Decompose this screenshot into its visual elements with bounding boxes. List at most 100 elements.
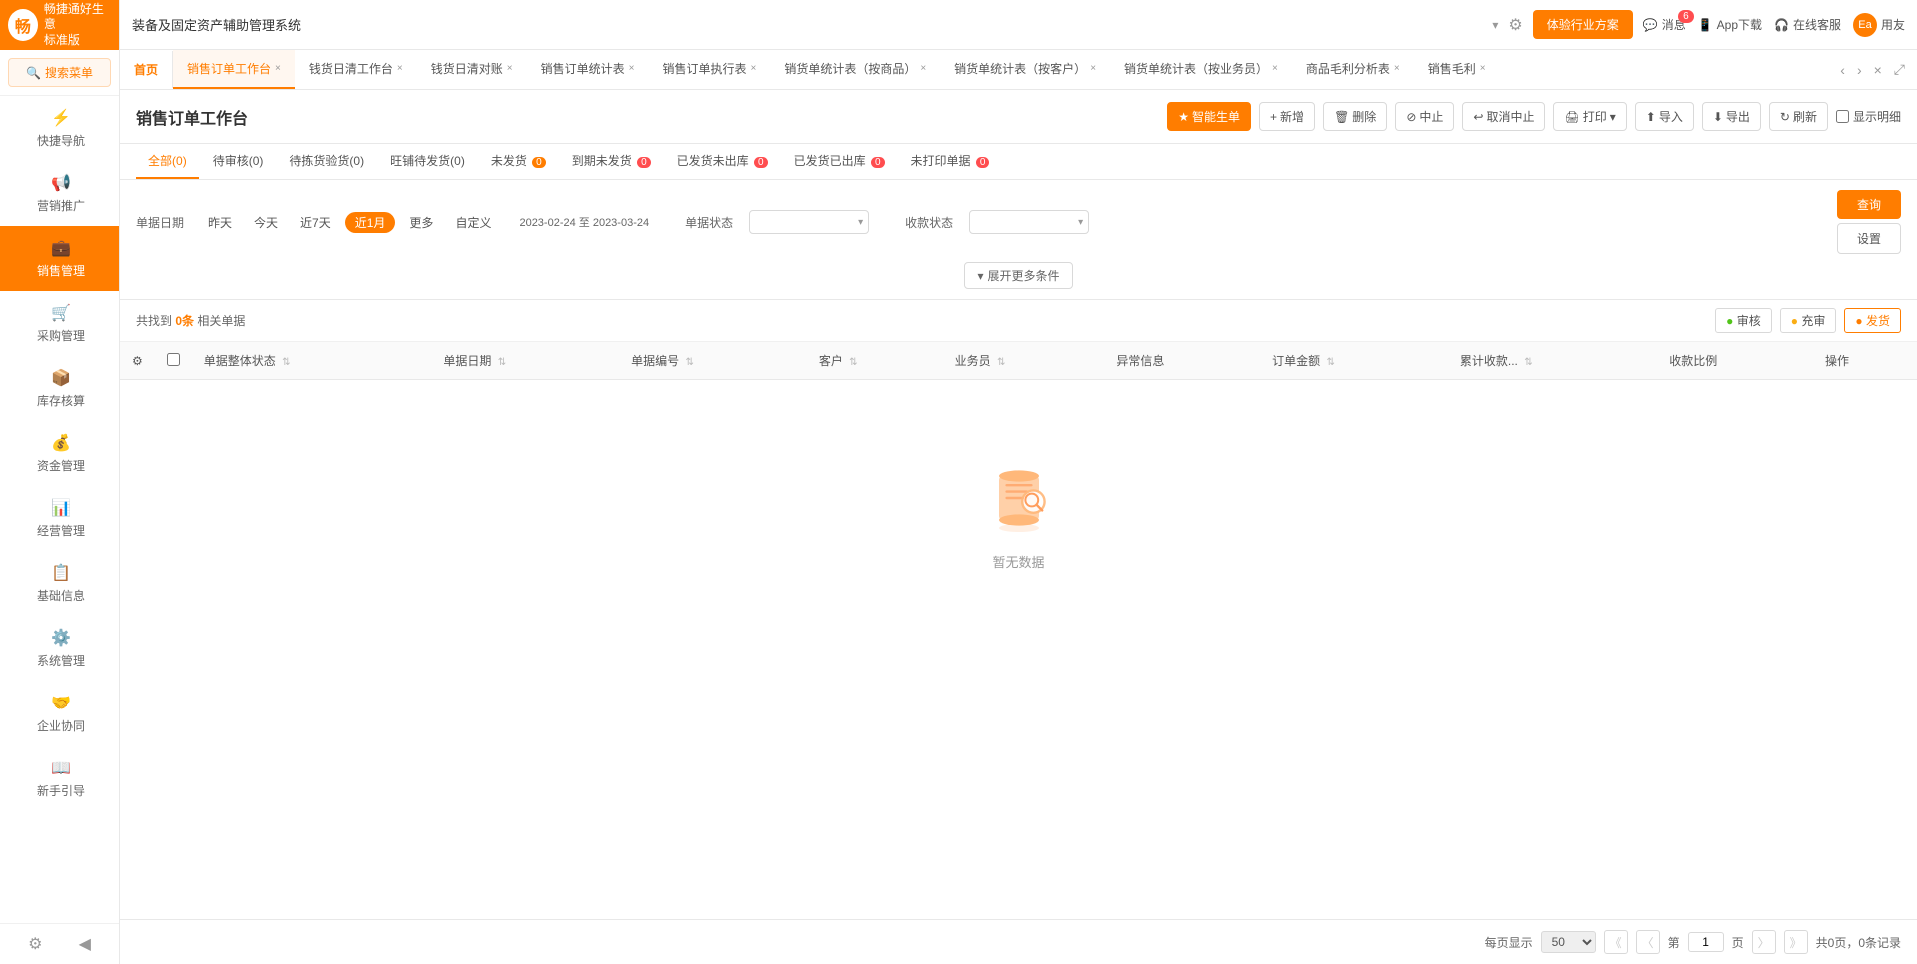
sort-collected-icon[interactable]: ⇅: [1524, 357, 1532, 368]
cancel-review-button[interactable]: ● 充审: [1780, 308, 1837, 333]
sub-tab-overdue-not-shipped[interactable]: 到期未发货 0: [560, 144, 663, 179]
cancel-suspend-button[interactable]: ↩ 取消中止: [1462, 102, 1545, 131]
expand-arrow-icon[interactable]: ▾: [1492, 18, 1498, 32]
sub-tab-not-shipped[interactable]: 未发货 0: [479, 144, 558, 179]
show-detail-checkbox-label[interactable]: 显示明细: [1836, 108, 1901, 125]
page-number-input[interactable]: [1688, 932, 1724, 952]
export-button[interactable]: ⬇ 导出: [1702, 102, 1761, 131]
sub-tab-pending-inspection[interactable]: 待拣货验货(0): [277, 144, 376, 179]
tab-sales-by-customer[interactable]: 销货单统计表（按客户） ×: [940, 50, 1110, 89]
select-all-checkbox[interactable]: [167, 353, 180, 366]
sidebar-item-enterprise[interactable]: 🤝 企业协同: [0, 681, 119, 746]
import-button[interactable]: ⬆ 导入: [1635, 102, 1694, 131]
tab-close-sales-order[interactable]: ×: [275, 63, 281, 74]
overdue-not-shipped-badge: 0: [637, 157, 651, 168]
footer-settings-button[interactable]: ⚙: [28, 934, 42, 954]
sort-customer-icon[interactable]: ⇅: [849, 357, 857, 368]
page-size-select[interactable]: 10 20 50 100: [1541, 931, 1596, 953]
industry-solution-button[interactable]: 体验行业方案: [1533, 10, 1633, 39]
sidebar-item-inventory[interactable]: 📦 库存核算: [0, 356, 119, 421]
tab-close-sales-by-product[interactable]: ×: [920, 63, 926, 74]
sub-tab-shipped-out[interactable]: 已发货已出库 0: [782, 144, 897, 179]
refresh-button[interactable]: ↻ 刷新: [1769, 102, 1828, 131]
tab-product-profit[interactable]: 商品毛利分析表 ×: [1292, 50, 1414, 89]
sub-tab-pending-review[interactable]: 待审核(0): [201, 144, 276, 179]
tab-close-sales-stat[interactable]: ×: [629, 63, 635, 74]
tab-close-cash-reconcile[interactable]: ×: [507, 63, 513, 74]
topbar: 装备及固定资产辅助管理系统 ▾ ⚙ 体验行业方案 💬 消息 6 📱 App下载 …: [120, 0, 1917, 50]
online-service-button[interactable]: 🎧 在线客服: [1774, 16, 1841, 33]
table-wrap: ⚙ 单据整体状态 ⇅ 单据日期 ⇅: [120, 342, 1917, 919]
prev-page-button[interactable]: 〈: [1636, 930, 1660, 954]
sidebar-item-marketing[interactable]: 📢 营销推广: [0, 161, 119, 226]
app-download-button[interactable]: 📱 App下载: [1698, 16, 1762, 33]
filter-more-button[interactable]: 更多: [401, 212, 441, 233]
last-page-button[interactable]: 》: [1784, 930, 1808, 954]
tabs-scroll-left-button[interactable]: ‹: [1836, 60, 1849, 80]
query-button[interactable]: 查询: [1837, 190, 1901, 219]
tab-sales-stat[interactable]: 销售订单统计表 ×: [527, 50, 649, 89]
sidebar-item-system[interactable]: ⚙️ 系统管理: [0, 616, 119, 681]
sort-salesperson-icon[interactable]: ⇅: [997, 357, 1005, 368]
print-button[interactable]: 🖨 打印 ▾: [1553, 102, 1626, 131]
tab-sales-order[interactable]: 销售订单工作台 ×: [173, 50, 295, 89]
filter-yesterday-button[interactable]: 昨天: [200, 212, 240, 233]
tab-close-cash-daily[interactable]: ×: [397, 63, 403, 74]
tab-sales-profit[interactable]: 销售毛利 ×: [1414, 50, 1500, 89]
ship-button[interactable]: ● 发货: [1844, 308, 1901, 333]
sub-tab-shipped-not-out[interactable]: 已发货未出库 0: [665, 144, 780, 179]
tab-close-sales-by-staff[interactable]: ×: [1272, 63, 1278, 74]
sort-date-icon[interactable]: ⇅: [498, 357, 506, 368]
filter-today-button[interactable]: 今天: [246, 212, 286, 233]
sub-tab-wangpu-pending[interactable]: 旺铺待发货(0): [378, 144, 477, 179]
tab-home[interactable]: 首页: [120, 51, 173, 88]
sidebar-item-basic-info[interactable]: 📋 基础信息: [0, 551, 119, 616]
sort-amount-icon[interactable]: ⇅: [1327, 357, 1335, 368]
sidebar-item-guide[interactable]: 📖 新手引导: [0, 746, 119, 811]
column-settings-icon[interactable]: ⚙: [132, 354, 143, 368]
expand-more-conditions-button[interactable]: ▾ 展开更多条件: [964, 262, 1072, 289]
tab-sales-by-product[interactable]: 销货单统计表（按商品） ×: [770, 50, 940, 89]
tabs-close-all-button[interactable]: ×: [1870, 60, 1886, 80]
tabs-scroll-right-button[interactable]: ›: [1853, 60, 1866, 80]
sort-status-icon[interactable]: ⇅: [282, 357, 290, 368]
new-button[interactable]: + 新增: [1259, 102, 1315, 131]
status-select[interactable]: [749, 210, 869, 234]
filter-1month-button[interactable]: 近1月: [345, 212, 396, 233]
sub-tab-all[interactable]: 全部(0): [136, 144, 199, 179]
col-header-checkbox: [155, 342, 192, 380]
topbar-settings-icon[interactable]: ⚙: [1508, 15, 1522, 35]
tab-sales-exec[interactable]: 销售订单执行表 ×: [648, 50, 770, 89]
sidebar-item-quick-nav[interactable]: ⚡ 快捷导航: [0, 96, 119, 161]
first-page-button[interactable]: 《: [1604, 930, 1628, 954]
tab-close-sales-exec[interactable]: ×: [750, 63, 756, 74]
payment-select[interactable]: [969, 210, 1089, 234]
tab-close-sales-profit[interactable]: ×: [1480, 63, 1486, 74]
suspend-button[interactable]: ⊘ 中止: [1395, 102, 1454, 131]
tab-cash-daily[interactable]: 钱货日清工作台 ×: [295, 50, 417, 89]
sidebar-item-sales[interactable]: 💼 销售管理: [0, 226, 119, 291]
tab-sales-by-staff[interactable]: 销货单统计表（按业务员） ×: [1110, 50, 1292, 89]
sidebar-item-purchase[interactable]: 🛒 采购管理: [0, 291, 119, 356]
filter-7days-button[interactable]: 近7天: [292, 212, 339, 233]
export-icon: ⬇: [1713, 110, 1723, 124]
filter-custom-button[interactable]: 自定义: [447, 212, 499, 233]
sidebar-item-finance[interactable]: 💰 资金管理: [0, 421, 119, 486]
footer-collapse-button[interactable]: ◀: [79, 934, 91, 954]
review-button[interactable]: ● 审核: [1715, 308, 1772, 333]
sort-number-icon[interactable]: ⇅: [685, 357, 693, 368]
tabs-maximize-button[interactable]: ⤢: [1890, 59, 1909, 80]
tab-close-product-profit[interactable]: ×: [1394, 63, 1400, 74]
tab-close-sales-by-customer[interactable]: ×: [1090, 63, 1096, 74]
sidebar-item-operations[interactable]: 📊 经营管理: [0, 486, 119, 551]
search-menu-button[interactable]: 🔍 搜索菜单: [8, 58, 111, 87]
user-menu-button[interactable]: Ea 用友: [1853, 13, 1905, 37]
delete-button[interactable]: 🗑 删除: [1323, 102, 1387, 131]
show-detail-checkbox[interactable]: [1836, 110, 1849, 123]
next-page-button[interactable]: 〉: [1752, 930, 1776, 954]
filter-settings-button[interactable]: 设置: [1837, 223, 1901, 254]
sub-tab-not-printed[interactable]: 未打印单据 0: [899, 144, 1002, 179]
smart-create-button[interactable]: ★ 智能生单: [1167, 102, 1251, 131]
messages-button[interactable]: 💬 消息 6: [1643, 16, 1686, 33]
tab-cash-reconcile[interactable]: 钱货日清对账 ×: [417, 50, 527, 89]
